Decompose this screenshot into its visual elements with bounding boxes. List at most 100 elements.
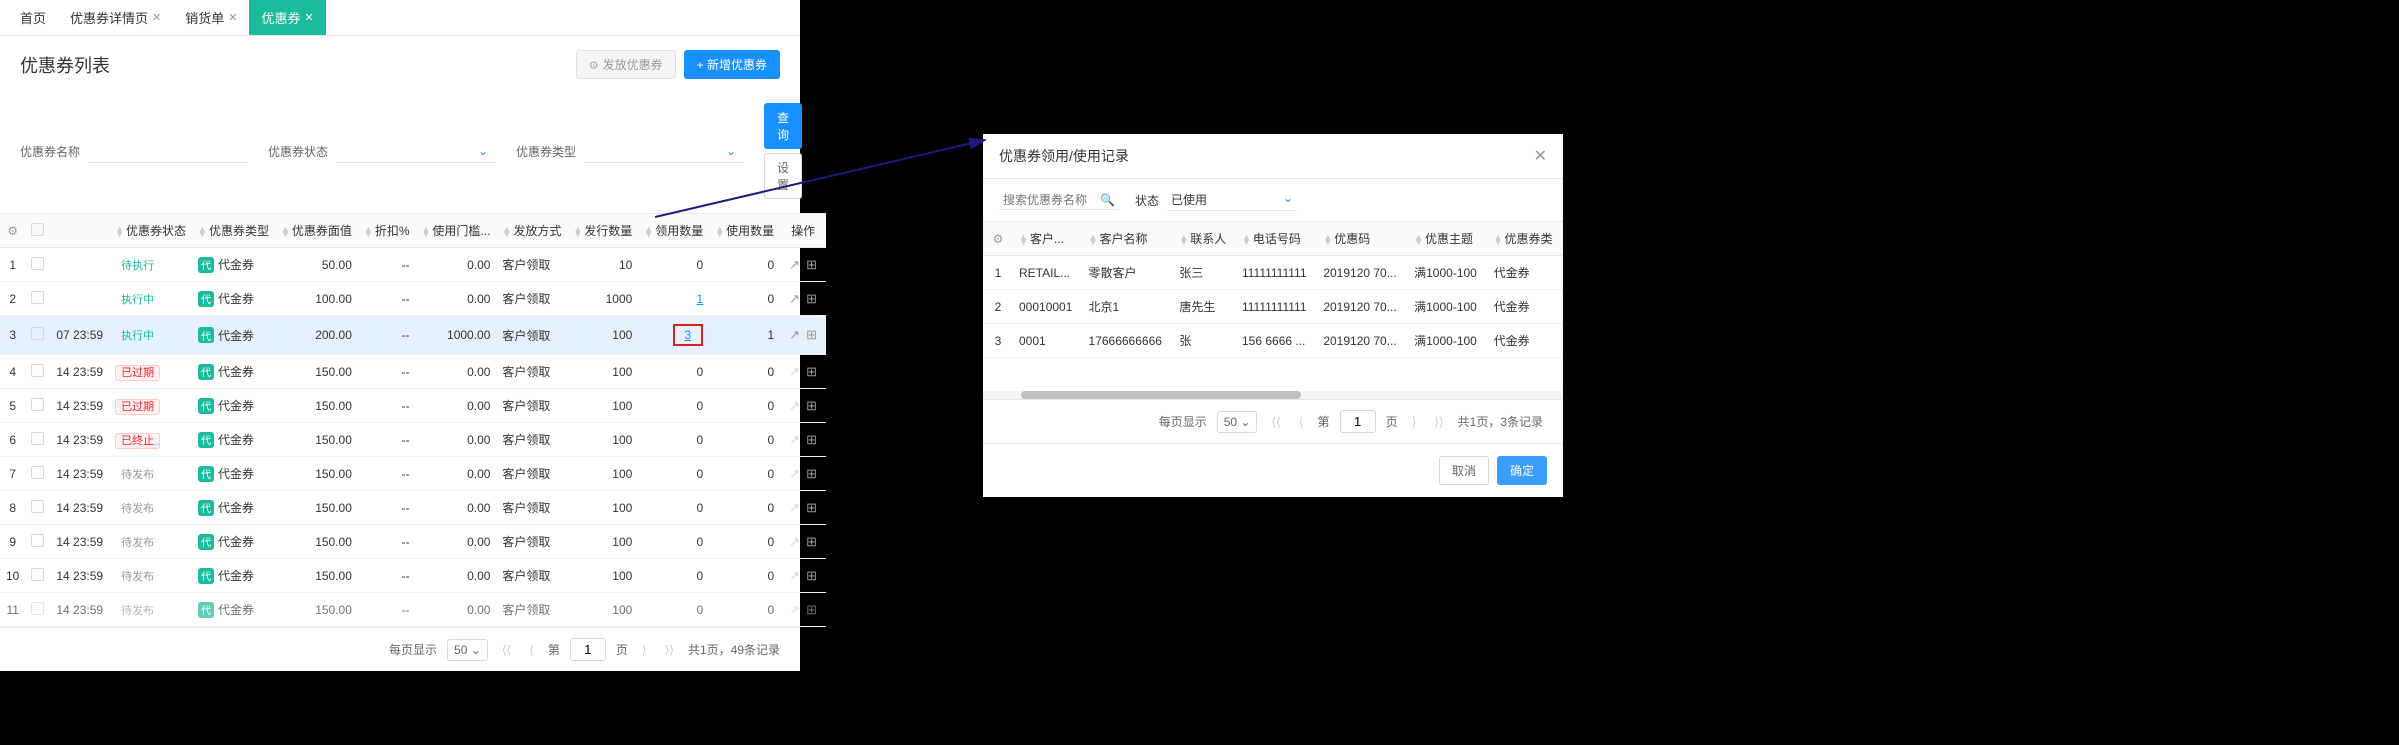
modal-status-select[interactable]: 已使用 ⌄ xyxy=(1167,189,1297,211)
qr-icon[interactable]: ⊞ xyxy=(806,432,817,447)
add-coupon-button[interactable]: + 新增优惠券 xyxy=(684,50,780,79)
first-page-button[interactable]: ⟨⟨ xyxy=(498,643,515,657)
next-page-button[interactable]: ⟩ xyxy=(638,643,651,657)
row-checkbox[interactable] xyxy=(31,364,44,377)
table-row[interactable]: 307 23:59执行中代代金券200.00--1000.00客户领取10031… xyxy=(0,316,826,355)
row-checkbox[interactable] xyxy=(31,257,44,270)
column-header[interactable] xyxy=(25,214,50,248)
table-row[interactable]: 814 23:59待发布代代金券150.00--0.00客户领取10000↗⊞ xyxy=(0,491,826,525)
table-row[interactable]: 714 23:59待发布代代金券150.00--0.00客户领取10000↗⊞ xyxy=(0,457,826,491)
row-checkbox[interactable] xyxy=(31,602,44,615)
horizontal-scrollbar[interactable] xyxy=(983,391,1563,399)
row-checkbox[interactable] xyxy=(31,398,44,411)
qr-icon[interactable]: ⊞ xyxy=(806,602,817,617)
table-row[interactable]: 1114 23:59待发布代代金券150.00--0.00客户领取10000↗⊞ xyxy=(0,593,826,627)
column-header[interactable]: ▲▼客户... xyxy=(1013,222,1083,256)
column-header[interactable]: ⚙ xyxy=(0,214,25,248)
checkbox-all[interactable] xyxy=(31,223,44,236)
gear-icon[interactable]: ⚙ xyxy=(993,232,1004,246)
next-page-button[interactable]: ⟩ xyxy=(1408,415,1421,429)
open-icon[interactable]: ↗ xyxy=(789,291,800,306)
qr-icon[interactable]: ⊞ xyxy=(806,398,817,413)
last-page-button[interactable]: ⟩⟩ xyxy=(661,643,678,657)
page-input[interactable] xyxy=(570,638,606,661)
filter-name-input[interactable] xyxy=(88,139,248,163)
scrollbar-thumb[interactable] xyxy=(1021,391,1301,399)
open-icon[interactable]: ↗ xyxy=(789,257,800,272)
row-checkbox[interactable] xyxy=(31,534,44,547)
per-page-select[interactable]: 50 ⌄ xyxy=(1217,411,1258,433)
table-row[interactable]: 914 23:59待发布代代金券150.00--0.00客户领取10000↗⊞ xyxy=(0,525,826,559)
cancel-button[interactable]: 取消 xyxy=(1439,456,1489,485)
search-icon[interactable]: 🔍 xyxy=(1100,193,1115,207)
row-checkbox[interactable] xyxy=(31,327,44,340)
qr-icon[interactable]: ⊞ xyxy=(806,534,817,549)
close-icon[interactable]: ✕ xyxy=(1534,146,1547,166)
qr-icon[interactable]: ⊞ xyxy=(806,466,817,481)
column-header[interactable]: ▲▼优惠券类 xyxy=(1488,222,1563,256)
tab-优惠券[interactable]: 优惠券✕ xyxy=(249,0,325,35)
close-icon[interactable]: ✕ xyxy=(152,11,161,24)
table-row[interactable]: 414 23:59已过期代代金券150.00--0.00客户领取10000↗⊞ xyxy=(0,355,826,389)
column-header[interactable] xyxy=(50,214,109,248)
tab-优惠券详情页[interactable]: 优惠券详情页✕ xyxy=(58,0,173,35)
claimed-count-link[interactable]: 1 xyxy=(697,292,704,306)
column-header[interactable]: ▲▼电话号码 xyxy=(1236,222,1317,256)
prev-page-button[interactable]: ⟨ xyxy=(525,643,538,657)
tab-销货单[interactable]: 销货单✕ xyxy=(173,0,249,35)
table-row[interactable]: 1待执行代代金券50.00--0.00客户领取1000↗⊞ xyxy=(0,248,826,282)
column-header[interactable]: ▲▼优惠券状态 xyxy=(109,214,192,248)
column-header[interactable]: ▲▼客户名称 xyxy=(1083,222,1174,256)
table-row[interactable]: 3000117666666666张156 6666 ...2019120 70.… xyxy=(983,324,1563,358)
qr-icon[interactable]: ⊞ xyxy=(806,364,817,379)
table-row[interactable]: 1014 23:59待发布代代金券150.00--0.00客户领取10000↗⊞ xyxy=(0,559,826,593)
open-icon[interactable]: ↗ xyxy=(789,327,800,342)
table-row[interactable]: 1RETAIL...零散客户张三111111111112019120 70...… xyxy=(983,256,1563,290)
tab-首页[interactable]: 首页 xyxy=(8,0,58,35)
table-row[interactable]: 2执行中代代金券100.00--0.00客户领取100010↗⊞ xyxy=(0,282,826,316)
open-icon[interactable]: ↗ xyxy=(789,466,800,481)
row-checkbox[interactable] xyxy=(31,466,44,479)
filter-status-select[interactable]: ⌄ xyxy=(336,140,496,163)
open-icon[interactable]: ↗ xyxy=(789,534,800,549)
column-header[interactable]: ▲▼联系人 xyxy=(1173,222,1236,256)
column-header[interactable]: ▲▼优惠券面值 xyxy=(275,214,358,248)
open-icon[interactable]: ↗ xyxy=(789,500,800,515)
row-checkbox[interactable] xyxy=(31,291,44,304)
table-row[interactable]: 614 23:59已终止代代金券150.00--0.00客户领取10000↗⊞ xyxy=(0,423,826,457)
open-icon[interactable]: ↗ xyxy=(789,568,800,583)
qr-icon[interactable]: ⊞ xyxy=(806,291,817,306)
column-header[interactable]: ⚙ xyxy=(983,222,1013,256)
column-header[interactable]: ▲▼优惠券类型 xyxy=(192,214,275,248)
open-icon[interactable]: ↗ xyxy=(789,364,800,379)
column-header[interactable]: ▲▼发行数量 xyxy=(567,214,638,248)
column-header[interactable]: ▲▼折扣% xyxy=(358,214,416,248)
column-header[interactable]: ▲▼使用门槛... xyxy=(415,214,496,248)
open-icon[interactable]: ↗ xyxy=(789,432,800,447)
table-row[interactable]: 200010001北京1唐先生111111111112019120 70...满… xyxy=(983,290,1563,324)
prev-page-button[interactable]: ⟨ xyxy=(1295,415,1308,429)
column-header[interactable]: ▲▼优惠码 xyxy=(1317,222,1408,256)
first-page-button[interactable]: ⟨⟨ xyxy=(1267,415,1284,429)
qr-icon[interactable]: ⊞ xyxy=(806,257,817,272)
qr-icon[interactable]: ⊞ xyxy=(806,500,817,515)
qr-icon[interactable]: ⊞ xyxy=(806,568,817,583)
column-header[interactable]: ▲▼优惠主题 xyxy=(1408,222,1487,256)
table-row[interactable]: 514 23:59已过期代代金券150.00--0.00客户领取10000↗⊞ xyxy=(0,389,826,423)
row-checkbox[interactable] xyxy=(31,568,44,581)
open-icon[interactable]: ↗ xyxy=(789,398,800,413)
open-icon[interactable]: ↗ xyxy=(789,602,800,617)
last-page-button[interactable]: ⟩⟩ xyxy=(1430,415,1447,429)
issue-coupon-button[interactable]: ⚙发放优惠券 xyxy=(576,50,676,79)
modal-search-input[interactable] xyxy=(1003,193,1100,207)
per-page-select[interactable]: 50 ⌄ xyxy=(447,639,488,661)
row-checkbox[interactable] xyxy=(31,500,44,513)
page-input[interactable] xyxy=(1340,410,1376,433)
close-icon[interactable]: ✕ xyxy=(228,11,237,24)
claimed-count-link[interactable]: 3 xyxy=(685,328,692,342)
confirm-button[interactable]: 确定 xyxy=(1497,456,1547,485)
column-header[interactable]: ▲▼发放方式 xyxy=(496,214,567,248)
qr-icon[interactable]: ⊞ xyxy=(806,327,817,342)
row-checkbox[interactable] xyxy=(31,432,44,445)
close-icon[interactable]: ✕ xyxy=(305,11,314,24)
